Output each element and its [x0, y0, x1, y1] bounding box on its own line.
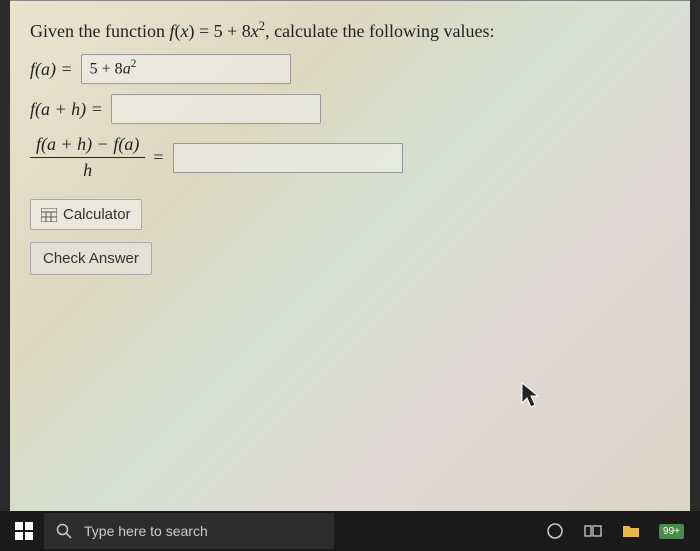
prompt-suffix: , calculate the following values: [265, 21, 494, 41]
equals-sign: = [153, 147, 163, 168]
system-tray: 99+ [545, 521, 692, 541]
task-view-icon[interactable] [583, 521, 603, 541]
notification-badge[interactable]: 99+ [659, 524, 684, 539]
answer-row-2: f(a + h) = [30, 94, 670, 124]
search-icon [56, 523, 72, 539]
input-diffquot[interactable] [173, 143, 403, 173]
mouse-cursor [520, 381, 544, 409]
input-fa[interactable]: 5 + 8a2 [81, 54, 291, 84]
check-row: Check Answer [30, 242, 670, 275]
answer-row-3: f(a + h) − f(a) h = [30, 134, 670, 181]
taskbar-search[interactable]: Type here to search [44, 513, 334, 549]
calculator-button[interactable]: Calculator [30, 199, 142, 230]
check-label: Check Answer [43, 250, 139, 267]
search-placeholder: Type here to search [84, 523, 208, 539]
folder-icon[interactable] [621, 521, 641, 541]
calculator-row: Calculator [30, 199, 670, 230]
label-fa: f(a) = [30, 59, 73, 80]
start-button[interactable] [8, 515, 40, 547]
prompt-prefix: Given the function [30, 21, 169, 41]
check-answer-button[interactable]: Check Answer [30, 242, 152, 275]
input-fah[interactable] [111, 94, 321, 124]
calculator-icon [41, 208, 57, 222]
cortana-icon[interactable] [545, 521, 565, 541]
taskbar: Type here to search 99+ [0, 511, 700, 551]
answer-row-1: f(a) = 5 + 8a2 [30, 54, 670, 84]
label-fah: f(a + h) = [30, 99, 103, 120]
calculator-label: Calculator [63, 206, 131, 223]
fraction-denominator: h [83, 158, 92, 181]
difference-quotient-label: f(a + h) − f(a) h [30, 134, 145, 181]
question-prompt: Given the function f(x) = 5 + 8x2, calcu… [30, 19, 670, 42]
question-panel: Given the function f(x) = 5 + 8x2, calcu… [10, 0, 690, 511]
fraction-numerator: f(a + h) − f(a) [30, 134, 145, 158]
function-definition: f(x) = 5 + 8x2 [169, 21, 265, 41]
windows-icon [15, 522, 33, 540]
